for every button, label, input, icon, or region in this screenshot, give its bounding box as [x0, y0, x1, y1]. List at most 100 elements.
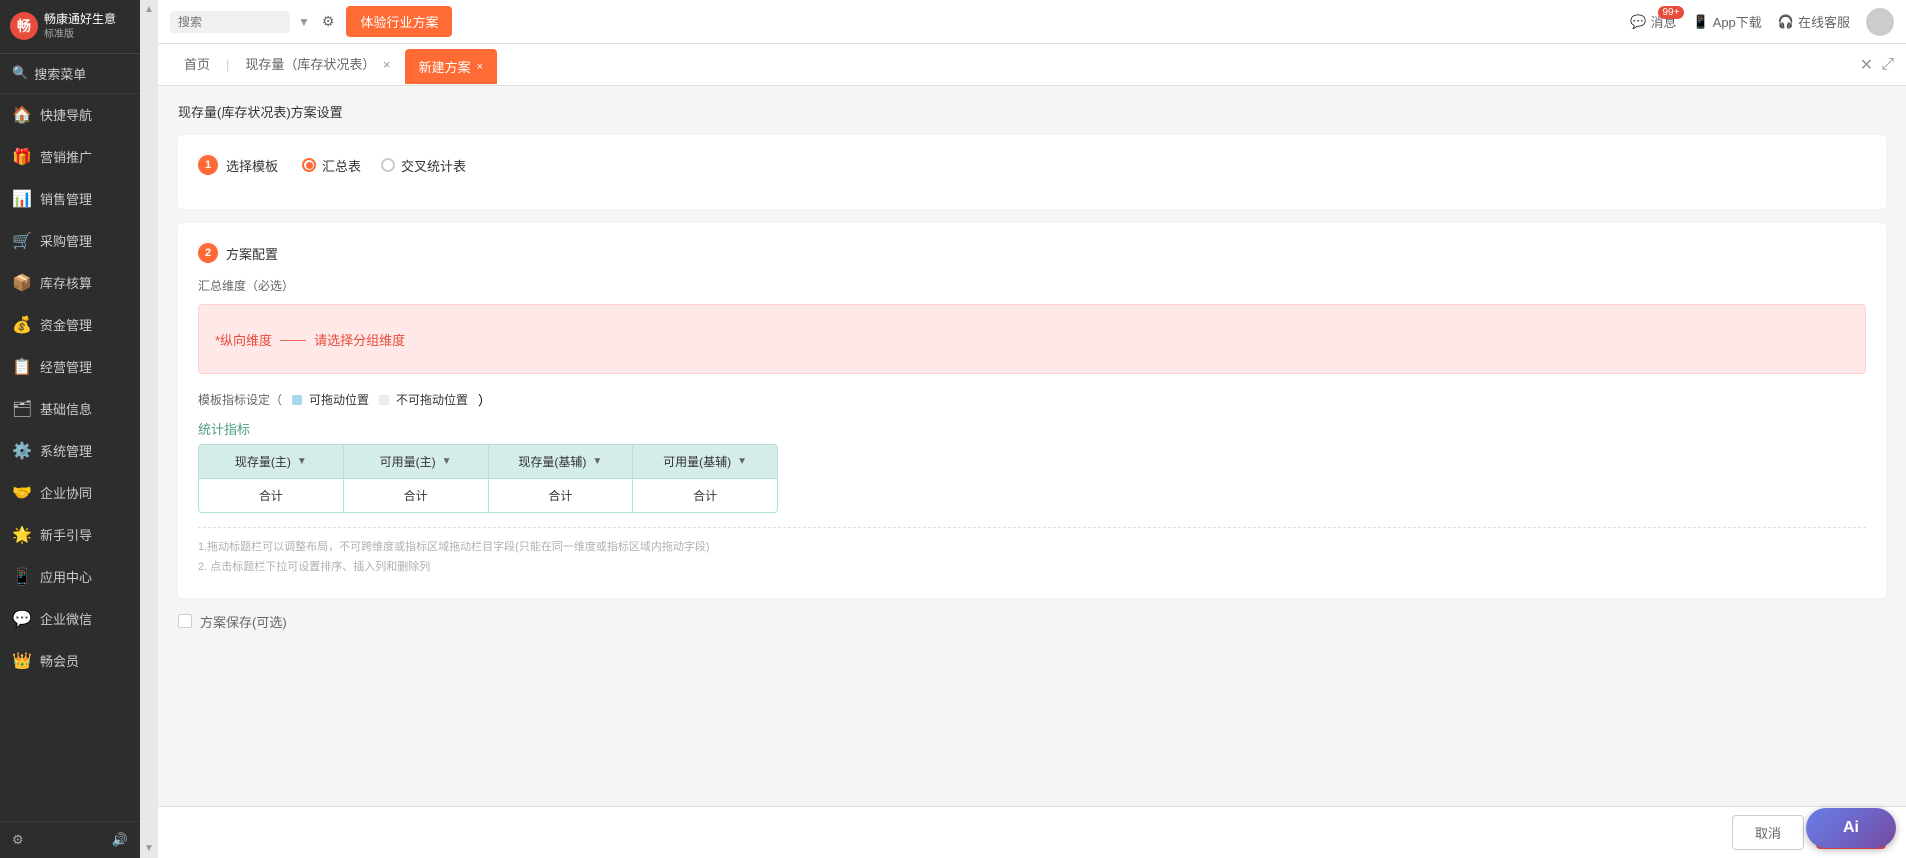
stats-header-row: 现存量(主) ▼ 合计 可用量(主) ▼ 合计 [199, 445, 777, 512]
sidebar-item-finance[interactable]: 💰 资金管理 [0, 304, 140, 346]
radio-summary-dot [306, 162, 313, 169]
topbar: ▼ ⚙ 体验行业方案 💬 消息 99+ 📱 App下载 🎧 在线客服 [158, 0, 1906, 44]
stats-col-1-header[interactable]: 可用量(主) ▼ [344, 445, 488, 479]
col-0-chevron-icon[interactable]: ▼ [297, 456, 307, 467]
tab-home[interactable]: 首页 [170, 44, 224, 85]
tabs-controls: ✕ ⤢ [1860, 55, 1894, 75]
indicator-settings: 模板指标设定（ 可拖动位置 不可拖动位置 ） [198, 390, 1866, 409]
step1-card: 1 选择模板 汇总表 交叉统计表 [178, 135, 1886, 209]
tip-1: 1.拖动标题栏可以调整布局，不可跨维度或指标区域拖动栏目字段(只能在同一维度或指… [198, 538, 1866, 558]
sidebar-item-marketing[interactable]: 🎁 营销推广 [0, 136, 140, 178]
stats-col-3-body: 合计 [633, 479, 777, 512]
star-icon: 🌟 [12, 525, 32, 545]
sidebar-item-sales[interactable]: 📊 销售管理 [0, 178, 140, 220]
crown-icon: 👑 [12, 651, 32, 671]
step2-header: 2 方案配置 [198, 243, 1866, 263]
logo-text: 畅康通好生意 标准版 [44, 12, 116, 41]
scroll-down-icon[interactable]: ▼ [144, 843, 154, 854]
message-badge: 99+ [1658, 6, 1685, 19]
vertical-dim-label: *纵向维度 [215, 330, 272, 349]
sidebar-item-contract[interactable]: 🤝 企业协同 [0, 472, 140, 514]
stats-col-0: 现存量(主) ▼ 合计 [199, 445, 344, 512]
tab-close-btn[interactable]: ✕ [1860, 55, 1873, 75]
col-3-chevron-icon[interactable]: ▼ [737, 456, 747, 467]
stats-col-0-body: 合计 [199, 479, 343, 512]
ai-float-button[interactable]: Ai [1806, 808, 1896, 848]
vertical-dim-dash: —— [280, 332, 306, 347]
topbar-search-input[interactable] [170, 11, 290, 33]
sidebar-item-member[interactable]: 👑 畅会员 [0, 640, 140, 682]
app-icon: 📱 [1692, 14, 1708, 30]
user-avatar[interactable] [1866, 8, 1894, 36]
headset-icon: 🎧 [1778, 14, 1794, 30]
stats-col-0-header[interactable]: 现存量(主) ▼ [199, 445, 343, 479]
logo-icon: 畅 [10, 12, 38, 40]
save-scheme-checkbox[interactable] [178, 614, 192, 628]
sidebar: 畅 畅康通好生意 标准版 🔍 搜索菜单 🏠 快捷导航 🎁 营销推广 📊 销售管理… [0, 0, 140, 858]
scroll-up-icon[interactable]: ▲ [144, 4, 154, 15]
handshake-icon: 🤝 [12, 483, 32, 503]
sidebar-search[interactable]: 🔍 搜索菜单 [0, 54, 140, 94]
chart-icon: 📊 [12, 189, 32, 209]
step2-number: 2 [198, 243, 218, 263]
tab-new-scheme-close-icon[interactable]: × [477, 61, 483, 73]
step2-card: 2 方案配置 汇总维度（必选） *纵向维度 —— 请选择分组维度 模板指标设定（… [178, 223, 1886, 598]
sidebar-item-inventory[interactable]: 📦 库存核算 [0, 262, 140, 304]
step2-label: 方案配置 [226, 244, 278, 263]
radio-cross[interactable]: 交叉统计表 [381, 156, 466, 175]
tab-new-scheme[interactable]: 新建方案 × [405, 49, 497, 84]
tip-2: 2. 点击标题栏下拉可设置排序、插入列和删除列 [198, 558, 1866, 578]
stats-col-2-header[interactable]: 现存量(基辅) ▼ [489, 445, 633, 479]
tab-inventory-close-icon[interactable]: × [383, 57, 391, 72]
money-icon: 💰 [12, 315, 32, 335]
trial-button[interactable]: 体验行业方案 [346, 6, 452, 37]
topbar-chevron-icon[interactable]: ▼ [298, 15, 310, 29]
tab-inventory-status[interactable]: 现存量（库存状况表） × [231, 44, 404, 85]
message-icon: 💬 [1630, 14, 1646, 30]
sidebar-item-quick-nav[interactable]: 🏠 快捷导航 [0, 94, 140, 136]
stats-col-1: 可用量(主) ▼ 合计 [344, 445, 489, 512]
sidebar-item-operations[interactable]: 📋 经营管理 [0, 346, 140, 388]
sidebar-item-purchase[interactable]: 🛒 采购管理 [0, 220, 140, 262]
sidebar-item-new-guide[interactable]: 🌟 新手引导 [0, 514, 140, 556]
settings-footer-icon[interactable]: ⚙ [12, 832, 24, 848]
vertical-dimension-zone[interactable]: *纵向维度 —— 请选择分组维度 [198, 304, 1866, 374]
folder-icon: 🗂 [12, 399, 32, 419]
stats-col-2-body: 合计 [489, 479, 633, 512]
col-2-chevron-icon[interactable]: ▼ [592, 456, 602, 467]
gift-icon: 🎁 [12, 147, 32, 167]
phone-icon: 📱 [12, 567, 32, 587]
sidebar-item-app-center[interactable]: 📱 应用中心 [0, 556, 140, 598]
tabs-bar: 首页 | 现存量（库存状况表） × 新建方案 × ✕ ⤢ [158, 44, 1906, 86]
template-radio-group: 汇总表 交叉统计表 [302, 156, 466, 175]
sound-icon[interactable]: 🔊 [112, 832, 128, 848]
cart-icon: 🛒 [12, 231, 32, 251]
stats-table: 现存量(主) ▼ 合计 可用量(主) ▼ 合计 [198, 444, 778, 513]
step1-number: 1 [198, 155, 218, 175]
content-area: 现存量(库存状况表)方案设置 1 选择模板 汇总表 交叉统计表 [158, 86, 1906, 806]
sidebar-item-basic-info[interactable]: 🗂 基础信息 [0, 388, 140, 430]
online-service-button[interactable]: 🎧 在线客服 [1778, 12, 1850, 31]
tab-expand-btn[interactable]: ⤢ [1881, 55, 1894, 75]
topbar-gear-icon[interactable]: ⚙ [318, 9, 339, 34]
indicator-label-prefix: 模板指标设定（ [198, 391, 282, 408]
sidebar-item-wechat[interactable]: 💬 企业微信 [0, 598, 140, 640]
message-button[interactable]: 💬 消息 99+ [1630, 12, 1676, 31]
sidebar-logo: 畅 畅康通好生意 标准版 [0, 0, 140, 54]
cancel-button[interactable]: 取消 [1732, 815, 1804, 850]
stats-col-3-header[interactable]: 可用量(基辅) ▼ [633, 445, 777, 479]
tips-section: 1.拖动标题栏可以调整布局，不可跨维度或指标区域拖动栏目字段(只能在同一维度或指… [198, 527, 1866, 578]
sidebar-scroll[interactable]: ▲ ▼ [140, 0, 158, 858]
home-icon: 🏠 [12, 105, 32, 125]
topbar-right: 💬 消息 99+ 📱 App下载 🎧 在线客服 [1630, 8, 1894, 36]
chat-icon: 💬 [12, 609, 32, 629]
step1-header: 1 选择模板 汇总表 交叉统计表 [198, 155, 1866, 175]
col-1-chevron-icon[interactable]: ▼ [442, 456, 452, 467]
app-download-button[interactable]: 📱 App下载 [1692, 12, 1761, 31]
radio-summary[interactable]: 汇总表 [302, 156, 361, 175]
sidebar-item-system[interactable]: ⚙️ 系统管理 [0, 430, 140, 472]
sidebar-nav: 🏠 快捷导航 🎁 营销推广 📊 销售管理 🛒 采购管理 📦 库存核算 💰 资金管… [0, 94, 140, 821]
page-title: 现存量(库存状况表)方案设置 [178, 102, 1886, 121]
radio-summary-circle [302, 158, 316, 172]
gear-icon: ⚙️ [12, 441, 32, 461]
